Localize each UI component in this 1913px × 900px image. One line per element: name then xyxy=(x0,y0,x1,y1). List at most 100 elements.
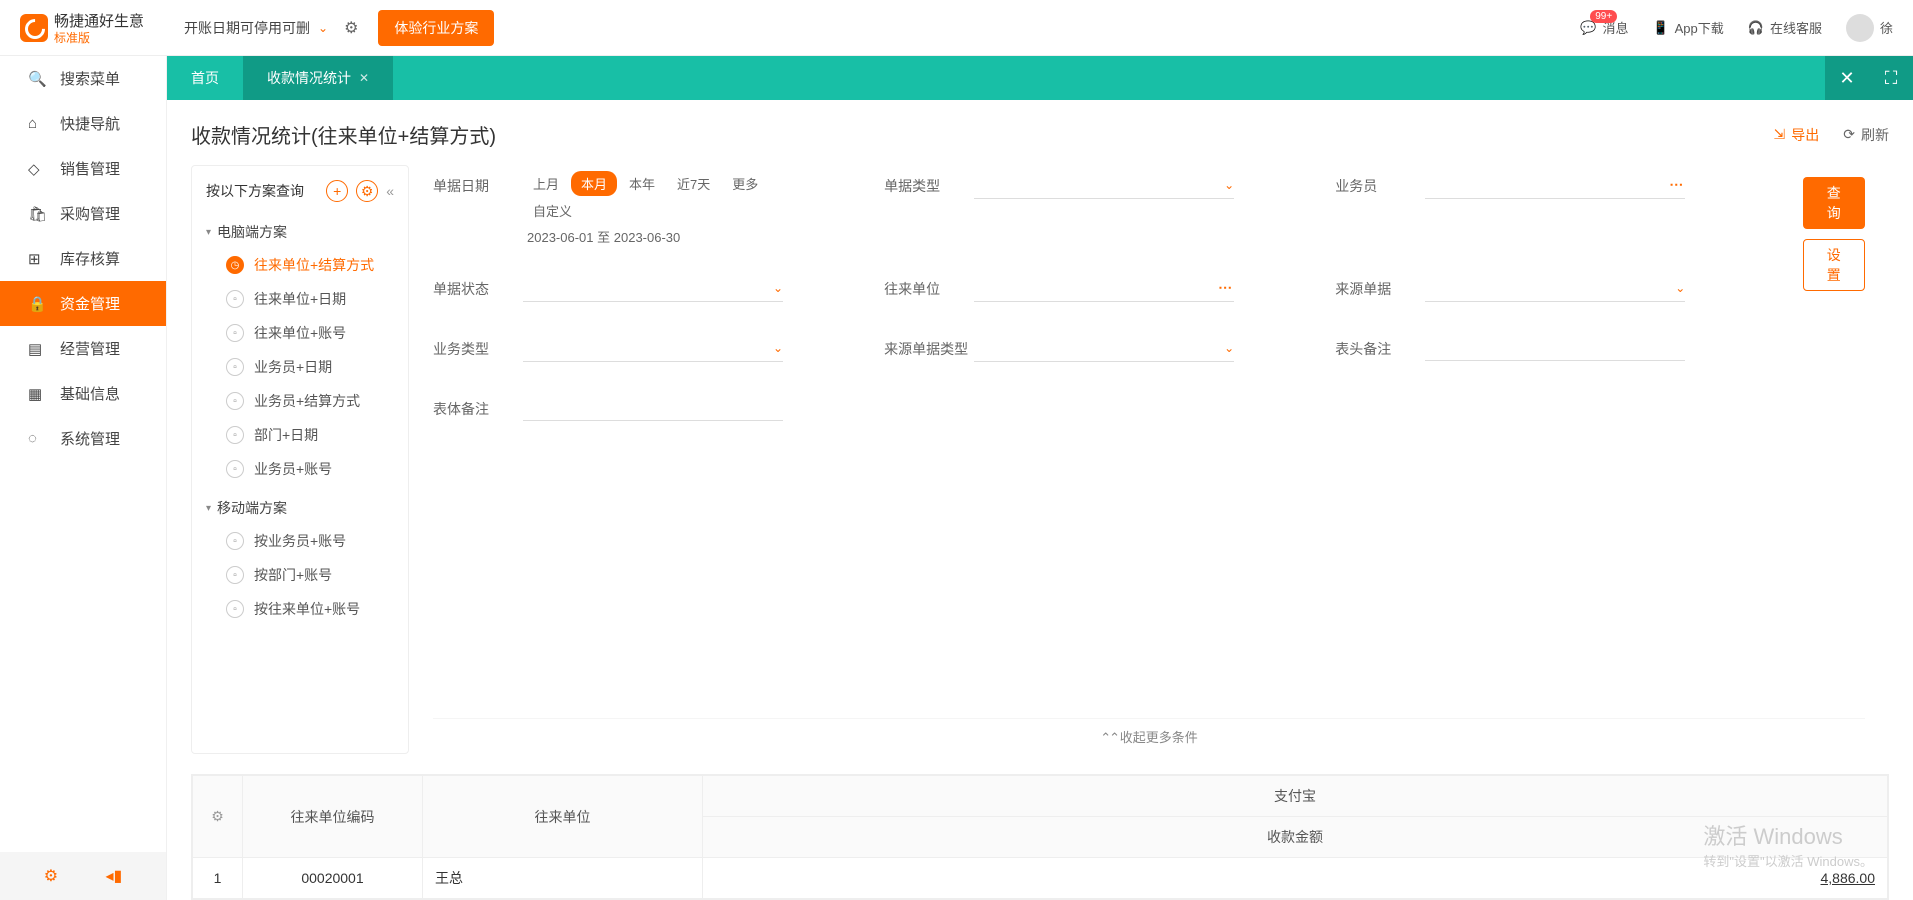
scheme-item-icon: ▫ xyxy=(226,324,244,342)
tree-group-label: 移动端方案 xyxy=(217,498,287,518)
gear-icon[interactable]: ⚙ xyxy=(44,866,58,886)
date-tab[interactable]: 本年 xyxy=(619,171,665,196)
results-table: ⚙ 往来单位编码 往来单位 支付宝 收款金额 100020001王总4,886.… xyxy=(191,774,1889,900)
nav-icon: ◇ xyxy=(28,160,46,178)
scheme-item-label: 部门+日期 xyxy=(254,425,318,445)
scheme-settings-button[interactable]: ⚙ xyxy=(356,180,378,202)
salesman-select[interactable]: ⋯ xyxy=(1425,171,1685,199)
filter-label-bodyremark: 表体备注 xyxy=(433,394,523,419)
source-select[interactable]: ⌄ xyxy=(1425,274,1685,302)
tab-home[interactable]: 首页 xyxy=(167,56,243,100)
nav-icon: ⊞ xyxy=(28,250,46,268)
logo-icon xyxy=(20,14,48,42)
tab-current[interactable]: 收款情况统计 ✕ xyxy=(243,56,393,100)
scheme-item-0-5[interactable]: ▫部门+日期 xyxy=(206,418,394,452)
scheme-item-0-6[interactable]: ▫业务员+账号 xyxy=(206,452,394,486)
scheme-item-0-1[interactable]: ▫往来单位+日期 xyxy=(206,282,394,316)
query-button[interactable]: 查询 xyxy=(1803,177,1865,229)
tab-bar: 首页 收款情况统计 ✕ ✕ ⛶ xyxy=(167,56,1913,100)
date-tab[interactable]: 上月 xyxy=(523,171,569,196)
filter-label-partner: 往来单位 xyxy=(884,274,974,299)
status-select[interactable]: ⌄ xyxy=(523,274,783,302)
table-settings-icon[interactable]: ⚙ xyxy=(193,776,243,858)
scheme-item-1-1[interactable]: ▫按部门+账号 xyxy=(206,558,394,592)
nav-item-2[interactable]: ◇销售管理 xyxy=(0,146,166,191)
nav-item-4[interactable]: ⊞ 库存核算 xyxy=(0,236,166,281)
service-link[interactable]: 🎧 在线客服 xyxy=(1748,18,1822,37)
user-menu[interactable]: 徐 xyxy=(1846,14,1893,42)
nav-item-8[interactable]: ◌系统管理 xyxy=(0,416,166,461)
scheme-item-1-2[interactable]: ▫按往来单位+账号 xyxy=(206,592,394,626)
bodyremark-input[interactable] xyxy=(523,394,783,421)
doctype-select[interactable]: ⌄ xyxy=(974,171,1234,199)
export-button[interactable]: ⇲ 导出 xyxy=(1774,125,1820,145)
settings-button[interactable]: 设置 xyxy=(1803,239,1865,291)
filter-label-doctype: 单据类型 xyxy=(884,171,974,196)
caret-down-icon: ▾ xyxy=(206,503,211,514)
nav-icon: 🔍 xyxy=(28,70,46,88)
scheme-item-0-3[interactable]: ▫业务员+日期 xyxy=(206,350,394,384)
nav-item-0[interactable]: 🔍搜索菜单 xyxy=(0,56,166,101)
nav-item-5[interactable]: 🔒资金管理 xyxy=(0,281,166,326)
scheme-item-icon: ▫ xyxy=(226,290,244,308)
nav-icon: 🔒 xyxy=(28,295,46,313)
cell-partner: 王总 xyxy=(423,858,703,899)
chevron-down-icon: ⌄ xyxy=(1224,178,1234,192)
nav-label: 库存核算 xyxy=(60,248,120,269)
date-range: 2023-06-01 至 2023-06-30 xyxy=(523,227,783,246)
nav-item-1[interactable]: ⌂快捷导航 xyxy=(0,101,166,146)
cell-amount[interactable]: 4,886.00 xyxy=(703,858,1888,899)
filter-label-biztype: 业务类型 xyxy=(433,334,523,359)
partner-select[interactable]: ⋯ xyxy=(974,274,1234,302)
export-label: 导出 xyxy=(1791,125,1819,145)
biztype-select[interactable]: ⌄ xyxy=(523,334,783,362)
nav-item-7[interactable]: ▦基础信息 xyxy=(0,371,166,416)
date-tab[interactable]: 自定义 xyxy=(523,198,582,223)
tree-group-0[interactable]: ▾电脑端方案 xyxy=(206,216,394,248)
scheme-item-0-4[interactable]: ▫业务员+结算方式 xyxy=(206,384,394,418)
scheme-item-label: 业务员+日期 xyxy=(254,357,332,377)
nav-item-6[interactable]: ▤经营管理 xyxy=(0,326,166,371)
filter-label-headremark: 表头备注 xyxy=(1335,334,1425,359)
srcdoctype-select[interactable]: ⌄ xyxy=(974,334,1234,362)
close-all-icon[interactable]: ✕ xyxy=(1825,56,1869,100)
tree-group-label: 电脑端方案 xyxy=(217,222,287,242)
add-scheme-button[interactable]: + xyxy=(326,180,348,202)
nav-item-3[interactable]: 🛍采购管理 xyxy=(0,191,166,236)
scheme-item-label: 按业务员+账号 xyxy=(254,531,346,551)
download-link[interactable]: 📱 App下载 xyxy=(1652,18,1723,37)
scheme-item-1-0[interactable]: ▫按业务员+账号 xyxy=(206,524,394,558)
collapse-sidebar-icon[interactable]: ◂▮ xyxy=(105,866,122,886)
collapse-panel-icon[interactable]: « xyxy=(386,183,394,199)
account-selector[interactable]: 开账日期可停用可删 ⌄ xyxy=(184,18,328,38)
avatar xyxy=(1846,14,1874,42)
scheme-item-icon: ◷ xyxy=(226,256,244,274)
scheme-item-0-2[interactable]: ▫往来单位+账号 xyxy=(206,316,394,350)
export-icon: ⇲ xyxy=(1774,126,1786,143)
scheme-item-0-0[interactable]: ◷ 往来单位+结算方式 xyxy=(206,248,394,282)
date-tab[interactable]: 更多 xyxy=(722,171,768,196)
refresh-button[interactable]: ⟳刷新 xyxy=(1843,125,1889,145)
scheme-item-label: 业务员+账号 xyxy=(254,459,332,479)
chevron-down-icon: ⌄ xyxy=(773,341,783,355)
date-tab[interactable]: 近7天 xyxy=(667,171,720,196)
logo: 畅捷通好生意 标准版 xyxy=(20,10,144,46)
scheme-item-label: 往来单位+结算方式 xyxy=(254,255,374,275)
sidebar: 🔍搜索菜单⌂快捷导航◇销售管理🛍采购管理 ⊞ 库存核算 🔒资金管理▤经营管理▦基础信息… xyxy=(0,56,167,900)
date-tab[interactable]: 本月 xyxy=(571,171,617,196)
cta-button[interactable]: 体验行业方案 xyxy=(378,10,494,46)
collapse-filters[interactable]: 收起更多条件 xyxy=(433,718,1865,754)
nav-icon: ◌ xyxy=(28,430,46,448)
filter-label-date: 单据日期 xyxy=(433,171,523,196)
close-tab-icon[interactable]: ✕ xyxy=(359,71,369,85)
tree-group-1[interactable]: ▾ 移动端方案 xyxy=(206,492,394,524)
filter-label-source: 来源单据 xyxy=(1335,274,1425,299)
messages-link[interactable]: 💬 消息 99+ xyxy=(1580,18,1628,37)
topbar: 畅捷通好生意 标准版 开账日期可停用可删 ⌄ ⚙ 体验行业方案 💬 消息 99+… xyxy=(0,0,1913,56)
scheme-item-label: 按部门+账号 xyxy=(254,565,332,585)
fullscreen-icon[interactable]: ⛶ xyxy=(1869,56,1913,100)
table-row[interactable]: 100020001王总4,886.00 xyxy=(193,858,1888,899)
settings-icon[interactable]: ⚙ xyxy=(344,18,358,38)
tab-current-label: 收款情况统计 xyxy=(267,68,351,88)
headremark-input[interactable] xyxy=(1425,334,1685,361)
